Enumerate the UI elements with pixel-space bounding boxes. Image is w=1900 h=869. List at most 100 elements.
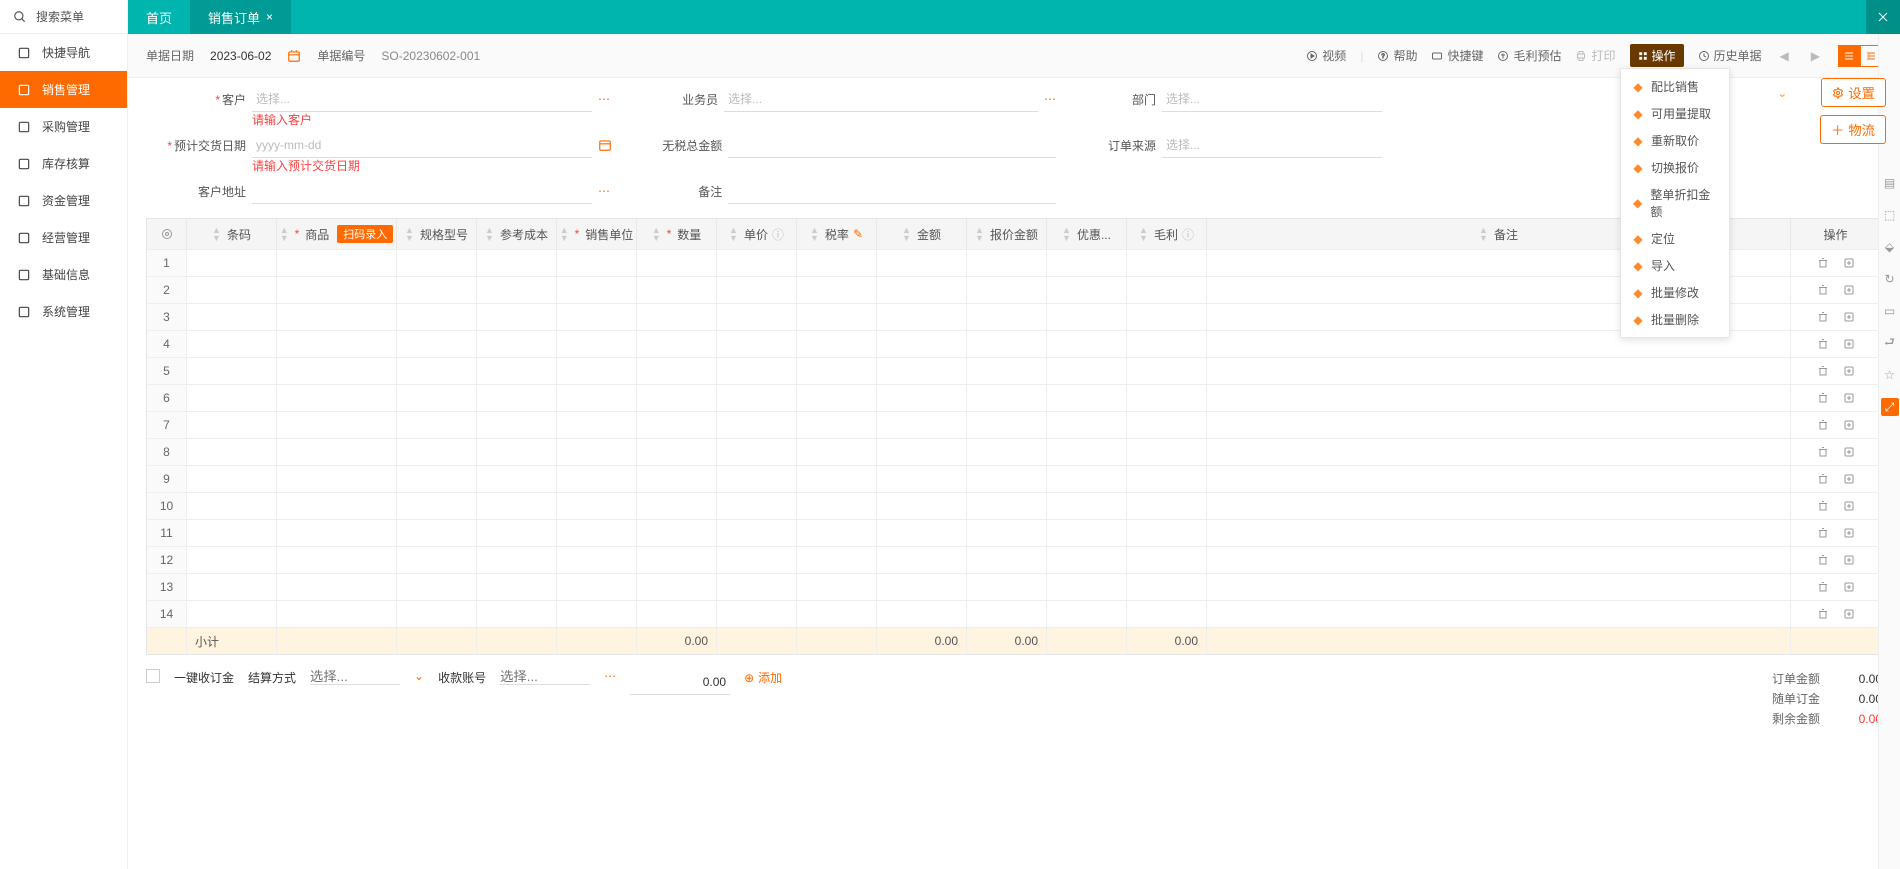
dropdown-item-批量删除[interactable]: ◆批量删除	[1621, 306, 1729, 333]
more-icon[interactable]: ⋯	[604, 669, 616, 683]
calendar-icon[interactable]	[598, 138, 612, 152]
rail-star-icon[interactable]: ☆	[1881, 366, 1899, 384]
edit-icon[interactable]: ✎	[853, 227, 863, 241]
account-select[interactable]	[500, 669, 590, 685]
settle-method-select[interactable]	[310, 669, 400, 685]
info-icon[interactable]: ⓘ	[1182, 226, 1194, 243]
sidebar-item-库存核算[interactable]: 库存核算	[0, 145, 127, 182]
table-row[interactable]: 10	[147, 492, 1881, 519]
remark-input[interactable]	[728, 178, 1056, 204]
row-delete-icon[interactable]	[1817, 608, 1829, 620]
row-delete-icon[interactable]	[1817, 419, 1829, 431]
dept-input[interactable]	[1162, 86, 1382, 112]
row-delete-icon[interactable]	[1817, 365, 1829, 377]
close-icon[interactable]: ×	[266, 10, 273, 24]
notax-input[interactable]	[728, 132, 1056, 158]
row-delete-icon[interactable]	[1817, 446, 1829, 458]
dropdown-item-导入[interactable]: ◆导入	[1621, 252, 1729, 279]
salesman-input[interactable]	[724, 86, 1038, 112]
row-delete-icon[interactable]	[1817, 473, 1829, 485]
more-icon[interactable]: ⋯	[598, 184, 610, 198]
row-add-icon[interactable]	[1843, 554, 1855, 566]
expand-caret-icon[interactable]: ⌄	[1777, 86, 1787, 100]
profit-link[interactable]: 毛利预估	[1497, 47, 1561, 64]
row-add-icon[interactable]	[1843, 257, 1855, 269]
collect-deposit-checkbox[interactable]	[146, 669, 160, 683]
delivery-date-input[interactable]	[252, 132, 592, 158]
sidebar-item-销售管理[interactable]: 销售管理	[0, 71, 127, 108]
row-add-icon[interactable]	[1843, 581, 1855, 593]
row-add-icon[interactable]	[1843, 500, 1855, 512]
dropdown-item-可用量提取[interactable]: ◆可用量提取	[1621, 100, 1729, 127]
rail-doc-icon[interactable]: ▤	[1881, 174, 1899, 192]
row-add-icon[interactable]	[1843, 311, 1855, 323]
row-delete-icon[interactable]	[1817, 257, 1829, 269]
dropdown-item-重新取价[interactable]: ◆重新取价	[1621, 127, 1729, 154]
next-doc-arrow[interactable]: ▶	[1807, 49, 1824, 63]
tab-首页[interactable]: 首页	[128, 0, 190, 34]
col-unit[interactable]: ▲▼*销售单位	[557, 219, 637, 249]
view-list-button[interactable]	[1838, 45, 1860, 67]
col-product[interactable]: ▲▼*商品扫码录入	[277, 219, 397, 249]
tabs-close-all[interactable]	[1866, 0, 1900, 34]
row-delete-icon[interactable]	[1817, 500, 1829, 512]
sidebar-item-采购管理[interactable]: 采购管理	[0, 108, 127, 145]
rail-tag-icon[interactable]: ⬙	[1881, 238, 1899, 256]
info-icon[interactable]: ⓘ	[772, 226, 784, 243]
col-refcost[interactable]: ▲▼参考成本	[477, 219, 557, 249]
row-delete-icon[interactable]	[1817, 284, 1829, 296]
table-row[interactable]: 14	[147, 600, 1881, 627]
row-add-icon[interactable]	[1843, 365, 1855, 377]
dropdown-item-配比销售[interactable]: ◆配比销售	[1621, 73, 1729, 100]
row-delete-icon[interactable]	[1817, 527, 1829, 539]
deposit-amount-input[interactable]	[630, 669, 730, 695]
dropdown-item-切换报价[interactable]: ◆切换报价	[1621, 154, 1729, 181]
more-icon[interactable]: ⋯	[598, 92, 610, 106]
col-quote[interactable]: ▲▼报价金额	[967, 219, 1047, 249]
col-spec[interactable]: ▲▼规格型号	[397, 219, 477, 249]
row-add-icon[interactable]	[1843, 608, 1855, 620]
sidebar-item-快捷导航[interactable]: 快捷导航	[0, 34, 127, 71]
chevron-down-icon[interactable]: ⌄	[414, 669, 424, 683]
rail-ticket-icon[interactable]: ▭	[1881, 302, 1899, 320]
gear-column[interactable]	[147, 219, 187, 249]
more-icon[interactable]: ⋯	[1044, 92, 1056, 106]
rail-expand-icon[interactable]: ⤢	[1881, 398, 1899, 416]
doc-date-value[interactable]: 2023-06-02	[210, 49, 271, 63]
sidebar-item-经营管理[interactable]: 经营管理	[0, 219, 127, 256]
col-discount[interactable]: ▲▼优惠...	[1047, 219, 1127, 249]
table-row[interactable]: 7	[147, 411, 1881, 438]
help-link[interactable]: ?帮助	[1377, 47, 1417, 64]
dropdown-item-批量修改[interactable]: ◆批量修改	[1621, 279, 1729, 306]
col-profit[interactable]: ▲▼毛利ⓘ	[1127, 219, 1207, 249]
customer-input[interactable]	[252, 86, 592, 112]
settings-button[interactable]: 设置	[1821, 78, 1886, 107]
sidebar-item-系统管理[interactable]: 系统管理	[0, 293, 127, 330]
rail-box-icon[interactable]: ⬚	[1881, 206, 1899, 224]
rail-refresh-icon[interactable]: ↻	[1881, 270, 1899, 288]
prev-doc-arrow[interactable]: ◀	[1776, 49, 1793, 63]
col-tax[interactable]: ▲▼税率✎	[797, 219, 877, 249]
row-delete-icon[interactable]	[1817, 392, 1829, 404]
video-link[interactable]: 视频	[1306, 47, 1346, 64]
row-add-icon[interactable]	[1843, 338, 1855, 350]
table-row[interactable]: 11	[147, 519, 1881, 546]
col-amount[interactable]: ▲▼金额	[877, 219, 967, 249]
col-qty[interactable]: ▲▼*数量	[637, 219, 717, 249]
row-delete-icon[interactable]	[1817, 338, 1829, 350]
rail-link-icon[interactable]: ⮐	[1881, 334, 1899, 352]
row-delete-icon[interactable]	[1817, 311, 1829, 323]
table-row[interactable]: 13	[147, 573, 1881, 600]
search-menu[interactable]: 搜索菜单	[0, 0, 127, 34]
row-add-icon[interactable]	[1843, 446, 1855, 458]
table-row[interactable]: 9	[147, 465, 1881, 492]
operate-button[interactable]: 操作	[1630, 44, 1684, 67]
col-price[interactable]: ▲▼单价ⓘ	[717, 219, 797, 249]
table-row[interactable]: 8	[147, 438, 1881, 465]
print-link[interactable]: 打印	[1575, 47, 1615, 64]
row-delete-icon[interactable]	[1817, 581, 1829, 593]
row-add-icon[interactable]	[1843, 284, 1855, 296]
sidebar-item-基础信息[interactable]: 基础信息	[0, 256, 127, 293]
row-add-icon[interactable]	[1843, 419, 1855, 431]
calendar-icon[interactable]	[287, 49, 301, 63]
